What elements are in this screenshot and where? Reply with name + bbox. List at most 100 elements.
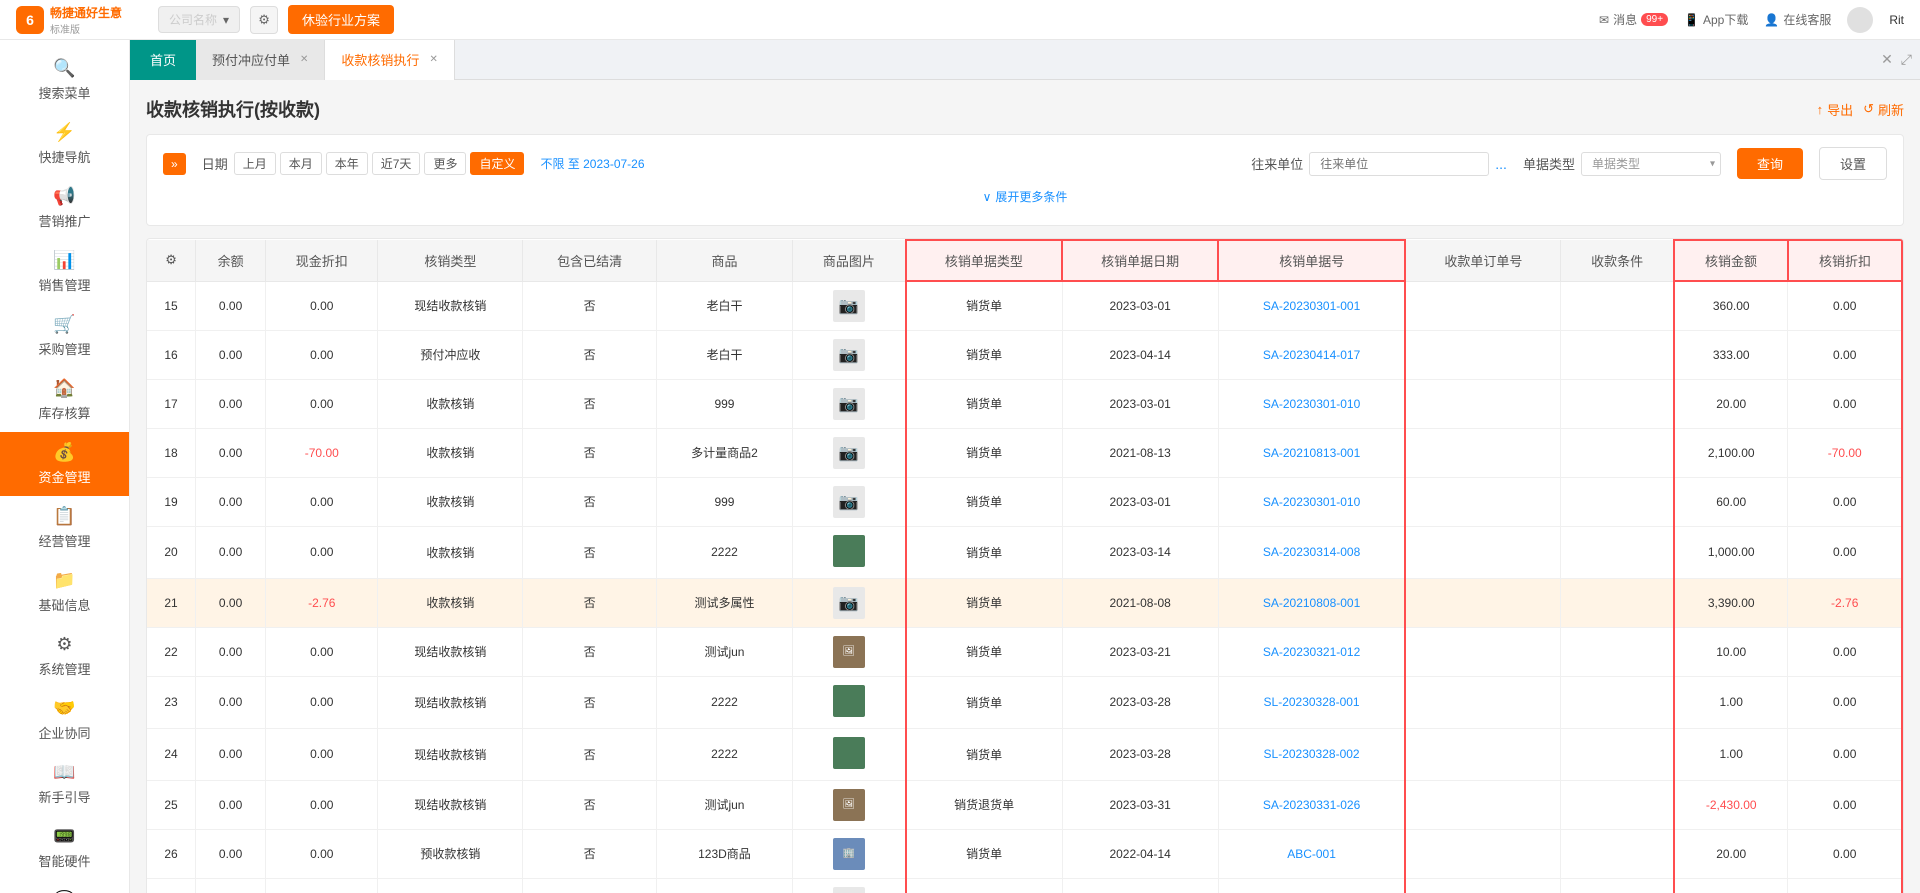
row-cash-discount: 0.00	[266, 526, 378, 578]
sidebar-item-wechat[interactable]: 💬 企业微信	[0, 880, 129, 893]
th-settings[interactable]: ⚙	[147, 240, 196, 281]
filter-date: 日期 上月 本月 本年 近7天 更多 自定义	[202, 152, 525, 175]
row-bill-no: SA-20210813-001	[1218, 428, 1405, 477]
close-window-icon[interactable]: ✕	[1881, 51, 1893, 68]
app-download-button[interactable]: 📱 App下载	[1684, 11, 1748, 28]
date-custom[interactable]: 自定义	[470, 152, 524, 175]
avatar[interactable]	[1847, 7, 1873, 33]
row-include-cleared: 否	[523, 829, 657, 878]
row-cancel-amount: 100.00	[1674, 878, 1788, 893]
sidebar-item-hardware[interactable]: 📟 智能硬件	[0, 816, 129, 880]
finance-icon: 💰	[53, 442, 75, 463]
close-icon[interactable]: ✕	[300, 54, 308, 65]
bill-no-link[interactable]: SL-20230328-001	[1264, 695, 1360, 709]
date-7days[interactable]: 近7天	[372, 152, 421, 175]
row-cancel-discount: 0.00	[1788, 281, 1902, 330]
bill-no-link[interactable]: SA-20230414-017	[1263, 348, 1360, 362]
row-bill-no: ABC-001	[1218, 829, 1405, 878]
industry-button[interactable]: 休验行业方案	[288, 5, 394, 34]
bill-type-select[interactable]: 单据类型	[1581, 152, 1721, 176]
sidebar-item-nav[interactable]: ⚡ 快捷导航	[0, 112, 129, 176]
table-row: 21 0.00 -2.76 收款核销 否 测试多属性 📷 销货单 2021-08…	[147, 578, 1902, 627]
tab-prepay[interactable]: 预付冲应付单 ✕	[196, 40, 325, 80]
row-goods: 测试jun	[656, 780, 792, 829]
row-receipt-cond	[1561, 728, 1674, 780]
row-receipt-cond	[1561, 330, 1674, 379]
sidebar-item-system[interactable]: ⚙ 系统管理	[0, 624, 129, 688]
row-receipt-order	[1405, 578, 1560, 627]
bill-no-link[interactable]: SL-20230328-002	[1264, 747, 1360, 761]
bill-no-link[interactable]: SA-20210813-001	[1263, 446, 1360, 460]
row-goods: 老白干	[656, 281, 792, 330]
bill-no-link[interactable]: SA-20230321-012	[1263, 645, 1360, 659]
bill-no-link[interactable]: SA-20230331-026	[1263, 798, 1360, 812]
bill-no-link[interactable]: SA-20230314-008	[1263, 545, 1360, 559]
sidebar-item-collab[interactable]: 🤝 企业协同	[0, 688, 129, 752]
online-service-button[interactable]: 👤 在线客服	[1764, 11, 1831, 28]
sidebar-item-inventory[interactable]: 🏠 库存核算	[0, 368, 129, 432]
row-receipt-order	[1405, 281, 1560, 330]
export-button[interactable]: ↑ 导出	[1817, 100, 1854, 119]
row-bill-type: 销货单	[906, 428, 1062, 477]
setting-button[interactable]: 设置	[1819, 147, 1887, 180]
tab-receipt[interactable]: 收款核销执行 ✕	[325, 40, 454, 80]
th-receipt-order: 收款单订单号	[1405, 240, 1560, 281]
row-balance: 0.00	[196, 878, 266, 893]
more-options-icon[interactable]: ...	[1495, 156, 1507, 172]
operations-icon: 📋	[53, 506, 75, 527]
maximize-icon[interactable]: ⤢	[1901, 51, 1912, 68]
bill-type-label: 单据类型	[1523, 154, 1575, 173]
row-cancel-type: 收款核销	[378, 526, 523, 578]
sidebar-label-hardware: 智能硬件	[38, 851, 90, 870]
row-goods-img	[793, 676, 906, 728]
row-include-cleared: 否	[523, 428, 657, 477]
partner-input[interactable]	[1309, 152, 1489, 176]
sidebar-item-operations[interactable]: 📋 经营管理	[0, 496, 129, 560]
sidebar-item-purchase[interactable]: 🛒 采购管理	[0, 304, 129, 368]
bill-no-link[interactable]: SA-20210808-001	[1263, 596, 1360, 610]
row-id: 17	[147, 379, 196, 428]
date-this-month[interactable]: 本月	[280, 152, 322, 175]
collapse-button[interactable]: »	[163, 153, 186, 175]
bill-no-link[interactable]: SA-20230301-010	[1263, 397, 1360, 411]
goods-thumbnail: 📷	[833, 290, 865, 322]
refresh-button[interactable]: ↺ 刷新	[1863, 100, 1904, 119]
row-cancel-amount: 2,100.00	[1674, 428, 1788, 477]
row-bill-type: 销货单	[906, 627, 1062, 676]
row-goods: 测试jun	[656, 627, 792, 676]
sidebar-item-guide[interactable]: 📖 新手引导	[0, 752, 129, 816]
sidebar-item-basic[interactable]: 📁 基础信息	[0, 560, 129, 624]
sidebar-item-sales[interactable]: 📊 销售管理	[0, 240, 129, 304]
query-button[interactable]: 查询	[1737, 148, 1803, 179]
gear-button[interactable]: ⚙	[250, 6, 278, 34]
row-goods-img: 📷	[793, 428, 906, 477]
row-bill-no: SL-20230328-001	[1218, 676, 1405, 728]
row-bill-type: 销货单	[906, 379, 1062, 428]
row-balance: 0.00	[196, 728, 266, 780]
row-balance: 0.00	[196, 676, 266, 728]
row-receipt-cond	[1561, 379, 1674, 428]
tab-home[interactable]: 首页	[130, 40, 196, 80]
sidebar-item-search[interactable]: 🔍 搜索菜单	[0, 48, 129, 112]
bill-no-link[interactable]: SA-20230301-001	[1263, 299, 1360, 313]
row-id: 25	[147, 780, 196, 829]
bill-no-link[interactable]: ABC-001	[1287, 847, 1336, 861]
sidebar-item-finance[interactable]: 💰 资金管理	[0, 432, 129, 496]
refresh-icon: ↺	[1863, 101, 1874, 117]
sidebar-item-marketing[interactable]: 📢 营销推广	[0, 176, 129, 240]
sidebar-label-nav: 快捷导航	[38, 147, 90, 166]
row-id: 26	[147, 829, 196, 878]
top-bar: 6 畅捷通好生意 标准版 公司名称 ▾ ⚙ 休验行业方案 ✉ 消息 99+ 📱 …	[0, 0, 1920, 40]
header-actions: ↑ 导出 ↺ 刷新	[1817, 100, 1904, 119]
bill-no-link[interactable]: SA-20230301-010	[1263, 495, 1360, 509]
date-this-year[interactable]: 本年	[326, 152, 368, 175]
expand-conditions-button[interactable]: ∨ 展开更多条件	[983, 188, 1068, 205]
basic-icon: 📁	[53, 570, 75, 591]
row-cancel-type: 现结收款核销	[378, 627, 523, 676]
date-last-month[interactable]: 上月	[234, 152, 276, 175]
date-more[interactable]: 更多	[424, 152, 466, 175]
close-icon[interactable]: ✕	[429, 54, 437, 65]
company-selector[interactable]: 公司名称 ▾	[158, 6, 240, 33]
row-balance: 0.00	[196, 477, 266, 526]
messages-button[interactable]: ✉ 消息 99+	[1599, 11, 1668, 28]
